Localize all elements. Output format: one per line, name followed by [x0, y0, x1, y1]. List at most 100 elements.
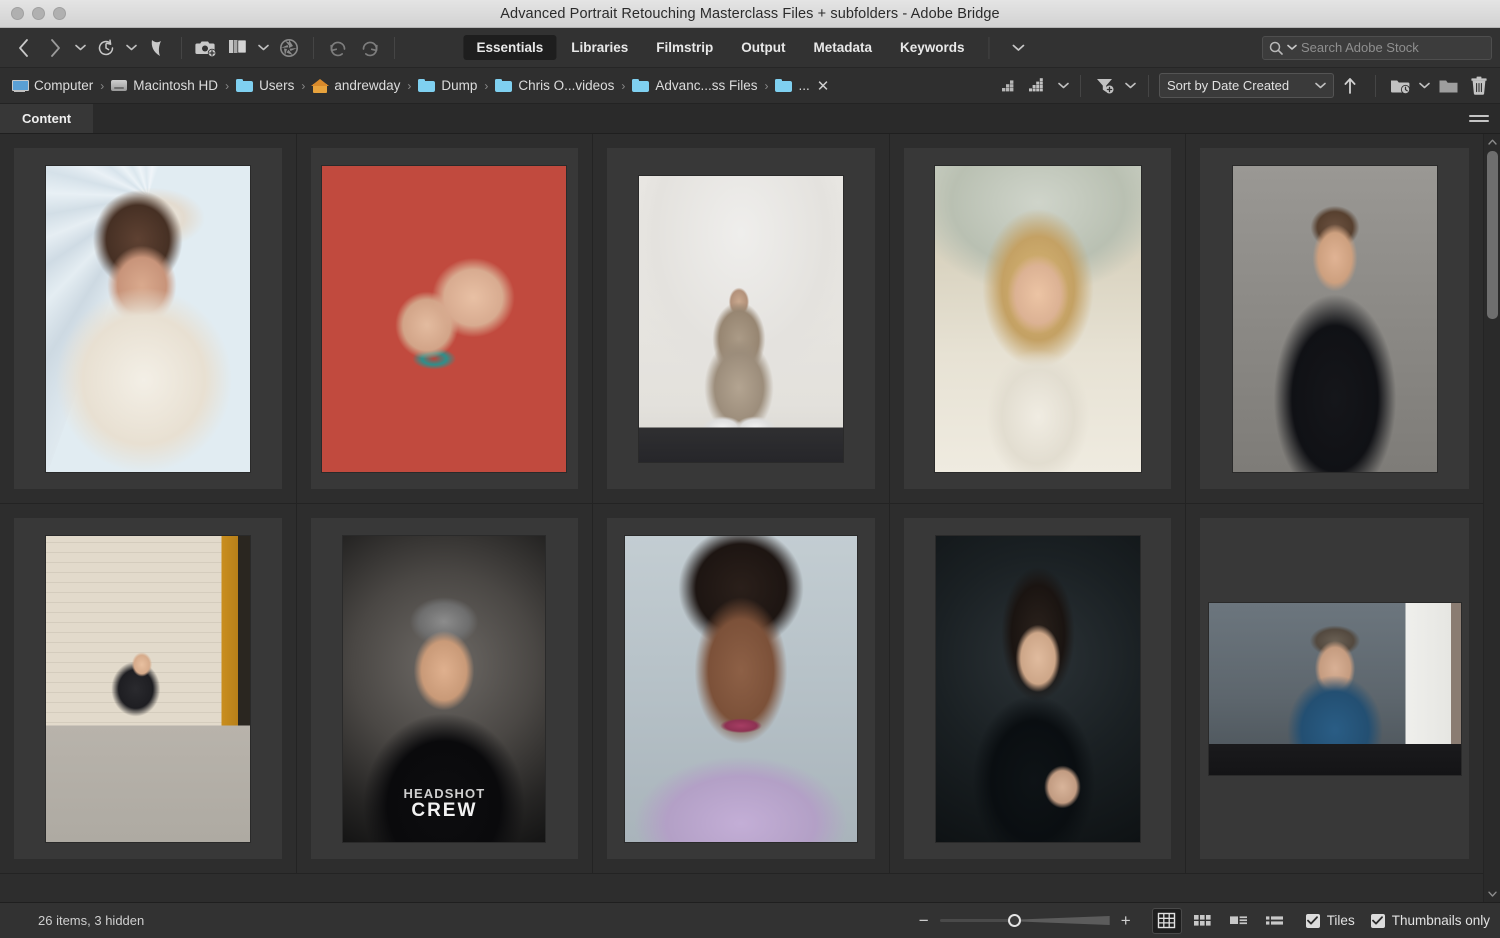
vertical-scrollbar[interactable]: [1483, 134, 1500, 902]
thumbnail-headshot-crew-man[interactable]: HEADSHOT CREW: [343, 535, 546, 842]
headshot-crew-line2: CREW: [411, 799, 478, 821]
workspace-tab-libraries[interactable]: Libraries: [558, 35, 641, 60]
chevron-down-icon[interactable]: [255, 34, 272, 62]
grid-cell[interactable]: [593, 504, 890, 874]
breadcrumb-item-dump[interactable]: Dump: [413, 76, 482, 95]
thumbnail-woman-dark-jacket[interactable]: [935, 535, 1140, 842]
thumbnail-size-slider[interactable]: [939, 914, 1110, 927]
breadcrumb-item-users[interactable]: Users: [231, 76, 299, 95]
clock-icon[interactable]: [91, 34, 121, 62]
grid-cell[interactable]: [889, 134, 1187, 504]
back-button[interactable]: [8, 34, 38, 62]
folder-clock-icon[interactable]: [1386, 72, 1416, 100]
breadcrumb-item-chris-videos[interactable]: Chris O...videos: [490, 76, 619, 95]
new-folder-icon[interactable]: [1433, 72, 1463, 100]
search-adobe-stock-box[interactable]: [1262, 35, 1492, 60]
rotate-button-group: [323, 34, 385, 62]
rating-bars-dropdown-icon[interactable]: [1025, 72, 1055, 100]
panel-menu-button[interactable]: [1458, 104, 1500, 133]
window-title: Advanced Portrait Retouching Masterclass…: [500, 5, 1000, 22]
breadcrumb-item-andrewday[interactable]: andrewday: [307, 76, 405, 95]
aperture-icon[interactable]: [274, 34, 304, 62]
chevron-down-icon[interactable]: [1056, 72, 1070, 100]
breadcrumb-item-advanced-files[interactable]: Advanc...ss Files: [627, 76, 762, 95]
grid-cell[interactable]: [593, 134, 890, 504]
tiles-label: Tiles: [1326, 913, 1355, 928]
zoom-in-button[interactable]: +: [1118, 911, 1134, 931]
chevron-down-icon[interactable]: [1001, 44, 1037, 52]
grid-cell[interactable]: [1186, 504, 1483, 874]
zoom-out-button[interactable]: −: [916, 911, 932, 931]
checkbox-checked-icon: [1370, 913, 1385, 928]
workspace-tab-essentials[interactable]: Essentials: [463, 35, 557, 60]
view-mode-thumbnail[interactable]: [1188, 908, 1218, 934]
thumbnail-man-at-desk-blue-shirt[interactable]: [1208, 602, 1461, 775]
folder-icon: [775, 79, 793, 92]
sort-by-label: Sort by Date Created: [1167, 78, 1290, 93]
scroll-down-chevron-down-icon[interactable]: [1484, 887, 1500, 901]
traffic-lights: [0, 7, 66, 20]
search-input[interactable]: [1301, 40, 1485, 55]
minimize-button[interactable]: [32, 7, 45, 20]
adobe-bridge-window: Advanced Portrait Retouching Masterclass…: [0, 0, 1500, 938]
grid-cell[interactable]: HEADSHOT CREW: [296, 504, 594, 874]
grid-cell[interactable]: [1186, 134, 1483, 504]
pathbar-tools: Sort by Date Created: [994, 72, 1494, 100]
tab-content[interactable]: Content: [0, 104, 94, 133]
grid-cell[interactable]: [889, 504, 1187, 874]
breadcrumb-item-macintosh-hd[interactable]: Macintosh HD: [106, 76, 223, 95]
breadcrumb-item-truncated[interactable]: ...: [770, 76, 814, 95]
grid-cell[interactable]: [296, 134, 594, 504]
grid-cell[interactable]: [0, 504, 297, 874]
thumbnail-man-black-tshirt[interactable]: [1232, 165, 1437, 472]
sort-ascending-arrow-up-icon[interactable]: [1335, 72, 1365, 100]
chevron-down-icon[interactable]: [72, 34, 89, 62]
chevron-down-icon[interactable]: [123, 34, 140, 62]
workspace-tab-filmstrip[interactable]: Filmstrip: [643, 35, 726, 60]
forward-button[interactable]: [40, 34, 70, 62]
sort-by-select[interactable]: Sort by Date Created: [1159, 73, 1334, 98]
view-mode-details[interactable]: [1224, 908, 1254, 934]
thumbnail-grid-area[interactable]: HEADSHOT CREW: [0, 134, 1483, 902]
boomerang-icon[interactable]: [142, 34, 172, 62]
copies-icon[interactable]: [223, 34, 253, 62]
thumbnail-bride-with-parasol[interactable]: [45, 165, 250, 472]
maximize-button[interactable]: [53, 7, 66, 20]
thumbnails-only-checkbox[interactable]: Thumbnails only: [1370, 913, 1490, 928]
close-path-icon[interactable]: ✕: [815, 77, 836, 95]
thumbnail-woman-in-hat-red-wall[interactable]: [322, 165, 567, 472]
chevron-down-icon[interactable]: [1417, 72, 1432, 100]
thumbnail-person-seated-against-wall[interactable]: [638, 175, 843, 462]
funnel-icon[interactable]: [1091, 72, 1121, 100]
search-scope-chevron-down-icon[interactable]: [1287, 44, 1297, 51]
rating-bars-icon[interactable]: [994, 72, 1024, 100]
slider-handle[interactable]: [1007, 914, 1021, 927]
view-mode-list[interactable]: [1260, 908, 1290, 934]
scrollbar-thumb[interactable]: [1487, 151, 1498, 319]
thumbnail-blonde-woman-beach[interactable]: [934, 165, 1141, 472]
trash-icon[interactable]: [1464, 72, 1494, 100]
breadcrumb-item-computer[interactable]: Computer: [6, 76, 98, 95]
chevron-down-icon[interactable]: [1122, 72, 1138, 100]
workspace-tab-keywords[interactable]: Keywords: [887, 35, 978, 60]
workspace-tab-metadata[interactable]: Metadata: [801, 35, 886, 60]
folder-icon: [236, 79, 254, 92]
breadcrumb-separator: ›: [301, 78, 306, 93]
breadcrumb-label: Dump: [441, 78, 478, 93]
view-mode-grid[interactable]: [1151, 907, 1182, 934]
scroll-up-chevron-up-icon[interactable]: [1484, 135, 1500, 149]
thumbnail-container: [607, 518, 875, 859]
rotate-ccw-icon[interactable]: [323, 34, 353, 62]
rotate-cw-icon[interactable]: [355, 34, 385, 62]
view-option-checkboxes: Tiles Thumbnails only: [1305, 913, 1490, 928]
thumbnail-woman-purple-top[interactable]: [624, 535, 857, 842]
workspace-tab-output[interactable]: Output: [728, 35, 798, 60]
tiles-checkbox[interactable]: Tiles: [1305, 913, 1355, 928]
breadcrumb-label: Macintosh HD: [133, 78, 219, 93]
close-button[interactable]: [11, 7, 24, 20]
camera-plus-icon[interactable]: [191, 34, 221, 62]
pathbar-divider: [1375, 74, 1376, 97]
thumbnail-ballet-dancer-studio[interactable]: [45, 535, 250, 842]
hamburger-icon: [1469, 115, 1489, 122]
grid-cell[interactable]: [0, 134, 297, 504]
